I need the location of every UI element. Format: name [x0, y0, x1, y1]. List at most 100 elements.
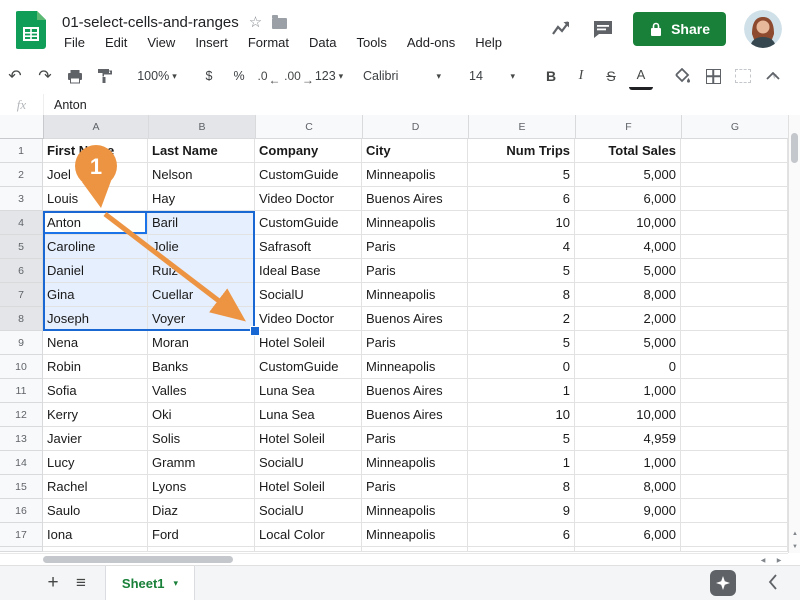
cell-G3[interactable] — [681, 187, 788, 211]
cell-D2[interactable]: Minneapolis — [362, 163, 468, 187]
row-header-17[interactable]: 17 — [0, 523, 43, 547]
cell-G4[interactable] — [681, 211, 788, 235]
cell-G8[interactable] — [681, 307, 788, 331]
cell-F16[interactable]: 9,000 — [575, 499, 681, 523]
cell-G13[interactable] — [681, 427, 788, 451]
cell-F8[interactable]: 2,000 — [575, 307, 681, 331]
hide-explore-chevron-icon[interactable] — [768, 574, 778, 595]
strikethrough-button[interactable]: S — [599, 64, 623, 88]
cell-D15[interactable]: Paris — [362, 475, 468, 499]
column-header-b[interactable]: B — [149, 115, 256, 139]
cell-E10[interactable]: 0 — [468, 355, 575, 379]
cell-A14[interactable]: Lucy — [43, 451, 148, 475]
row-header-7[interactable]: 7 — [0, 283, 43, 307]
cell-G10[interactable] — [681, 355, 788, 379]
cell-B14[interactable]: Gramm — [148, 451, 255, 475]
menu-view[interactable]: View — [147, 35, 175, 50]
column-header-c[interactable]: C — [256, 115, 363, 139]
cell-D11[interactable]: Buenos Aires — [362, 379, 468, 403]
cell-F5[interactable]: 4,000 — [575, 235, 681, 259]
cell-A5[interactable]: Caroline — [43, 235, 148, 259]
cell-A6[interactable]: Daniel — [43, 259, 148, 283]
cell-C16[interactable]: SocialU — [255, 499, 362, 523]
cell-E4[interactable]: 10 — [468, 211, 575, 235]
row-header-1[interactable]: 1 — [0, 139, 43, 163]
decrease-decimal-button[interactable]: .0 ← — [257, 64, 281, 88]
scroll-up-icon[interactable]: ▲ — [789, 528, 800, 540]
cell-D5[interactable]: Paris — [362, 235, 468, 259]
fill-handle[interactable] — [250, 326, 260, 336]
cell-A17[interactable]: Iona — [43, 523, 148, 547]
more-formats-button[interactable]: 123 ▾ — [315, 64, 343, 88]
cell-F10[interactable]: 0 — [575, 355, 681, 379]
merge-cells-button[interactable] — [731, 64, 755, 88]
cell-G11[interactable] — [681, 379, 788, 403]
avatar[interactable] — [744, 10, 782, 48]
cell-G14[interactable] — [681, 451, 788, 475]
cell-D1[interactable]: City — [362, 139, 468, 163]
cell-C2[interactable]: CustomGuide — [255, 163, 362, 187]
insights-icon[interactable] — [549, 17, 573, 41]
vertical-scrollbar-thumb[interactable] — [791, 133, 798, 163]
bold-button[interactable]: B — [539, 64, 563, 88]
move-to-folder-icon[interactable] — [272, 14, 288, 29]
text-color-button[interactable]: A — [629, 62, 653, 90]
cell-E5[interactable]: 4 — [468, 235, 575, 259]
borders-button[interactable] — [701, 64, 725, 88]
cell-B17[interactable]: Ford — [148, 523, 255, 547]
cell-B16[interactable]: Diaz — [148, 499, 255, 523]
menu-format[interactable]: Format — [248, 35, 289, 50]
cell-F13[interactable]: 4,959 — [575, 427, 681, 451]
menu-insert[interactable]: Insert — [195, 35, 228, 50]
cell-D8[interactable]: Buenos Aires — [362, 307, 468, 331]
cell-D10[interactable]: Minneapolis — [362, 355, 468, 379]
tab-sheet1[interactable]: Sheet1 ▾ — [105, 566, 195, 600]
column-header-g[interactable]: G — [682, 115, 788, 139]
cell-A12[interactable]: Kerry — [43, 403, 148, 427]
cell-C4[interactable]: CustomGuide — [255, 211, 362, 235]
cell-B7[interactable]: Cuellar — [148, 283, 255, 307]
undo-button[interactable]: ↶ — [3, 64, 27, 88]
row-header-12[interactable]: 12 — [0, 403, 43, 427]
share-button[interactable]: Share — [633, 12, 726, 46]
cell-B9[interactable]: Moran — [148, 331, 255, 355]
cell-A8[interactable]: Joseph — [43, 307, 148, 331]
cell-D18[interactable] — [362, 547, 468, 552]
column-header-d[interactable]: D — [363, 115, 469, 139]
cell-B2[interactable]: Nelson — [148, 163, 255, 187]
collapse-toolbar-button[interactable] — [761, 64, 785, 88]
cell-F15[interactable]: 8,000 — [575, 475, 681, 499]
cell-G17[interactable] — [681, 523, 788, 547]
row-header-10[interactable]: 10 — [0, 355, 43, 379]
horizontal-scrollbar-thumb[interactable] — [43, 556, 233, 563]
cell-D17[interactable]: Minneapolis — [362, 523, 468, 547]
cell-C15[interactable]: Hotel Soleil — [255, 475, 362, 499]
menu-edit[interactable]: Edit — [105, 35, 127, 50]
google-sheets-logo-icon[interactable] — [16, 11, 46, 49]
cell-A18[interactable] — [43, 547, 148, 552]
cell-B12[interactable]: Oki — [148, 403, 255, 427]
font-family-select[interactable]: Calibri ▾ — [359, 64, 445, 88]
row-header-4[interactable]: 4 — [0, 211, 43, 235]
cell-G12[interactable] — [681, 403, 788, 427]
row-header-13[interactable]: 13 — [0, 427, 43, 451]
select-all-corner[interactable] — [0, 115, 44, 139]
cell-C3[interactable]: Video Doctor — [255, 187, 362, 211]
all-sheets-button[interactable]: ≡ — [68, 570, 94, 596]
horizontal-scrollbar[interactable]: ◀ ▶ — [0, 553, 788, 565]
cell-C12[interactable]: Luna Sea — [255, 403, 362, 427]
cell-A3[interactable]: Louis — [43, 187, 148, 211]
cell-A16[interactable]: Saulo — [43, 499, 148, 523]
cell-C9[interactable]: Hotel Soleil — [255, 331, 362, 355]
cell-D12[interactable]: Buenos Aires — [362, 403, 468, 427]
cell-B18[interactable] — [148, 547, 255, 552]
cell-C14[interactable]: SocialU — [255, 451, 362, 475]
cell-E14[interactable]: 1 — [468, 451, 575, 475]
add-sheet-button[interactable]: + — [40, 570, 66, 596]
cell-C5[interactable]: Safrasoft — [255, 235, 362, 259]
column-header-a[interactable]: A — [44, 115, 149, 139]
cell-F12[interactable]: 10,000 — [575, 403, 681, 427]
cell-C13[interactable]: Hotel Soleil — [255, 427, 362, 451]
cell-C6[interactable]: Ideal Base — [255, 259, 362, 283]
menu-addons[interactable]: Add-ons — [407, 35, 455, 50]
